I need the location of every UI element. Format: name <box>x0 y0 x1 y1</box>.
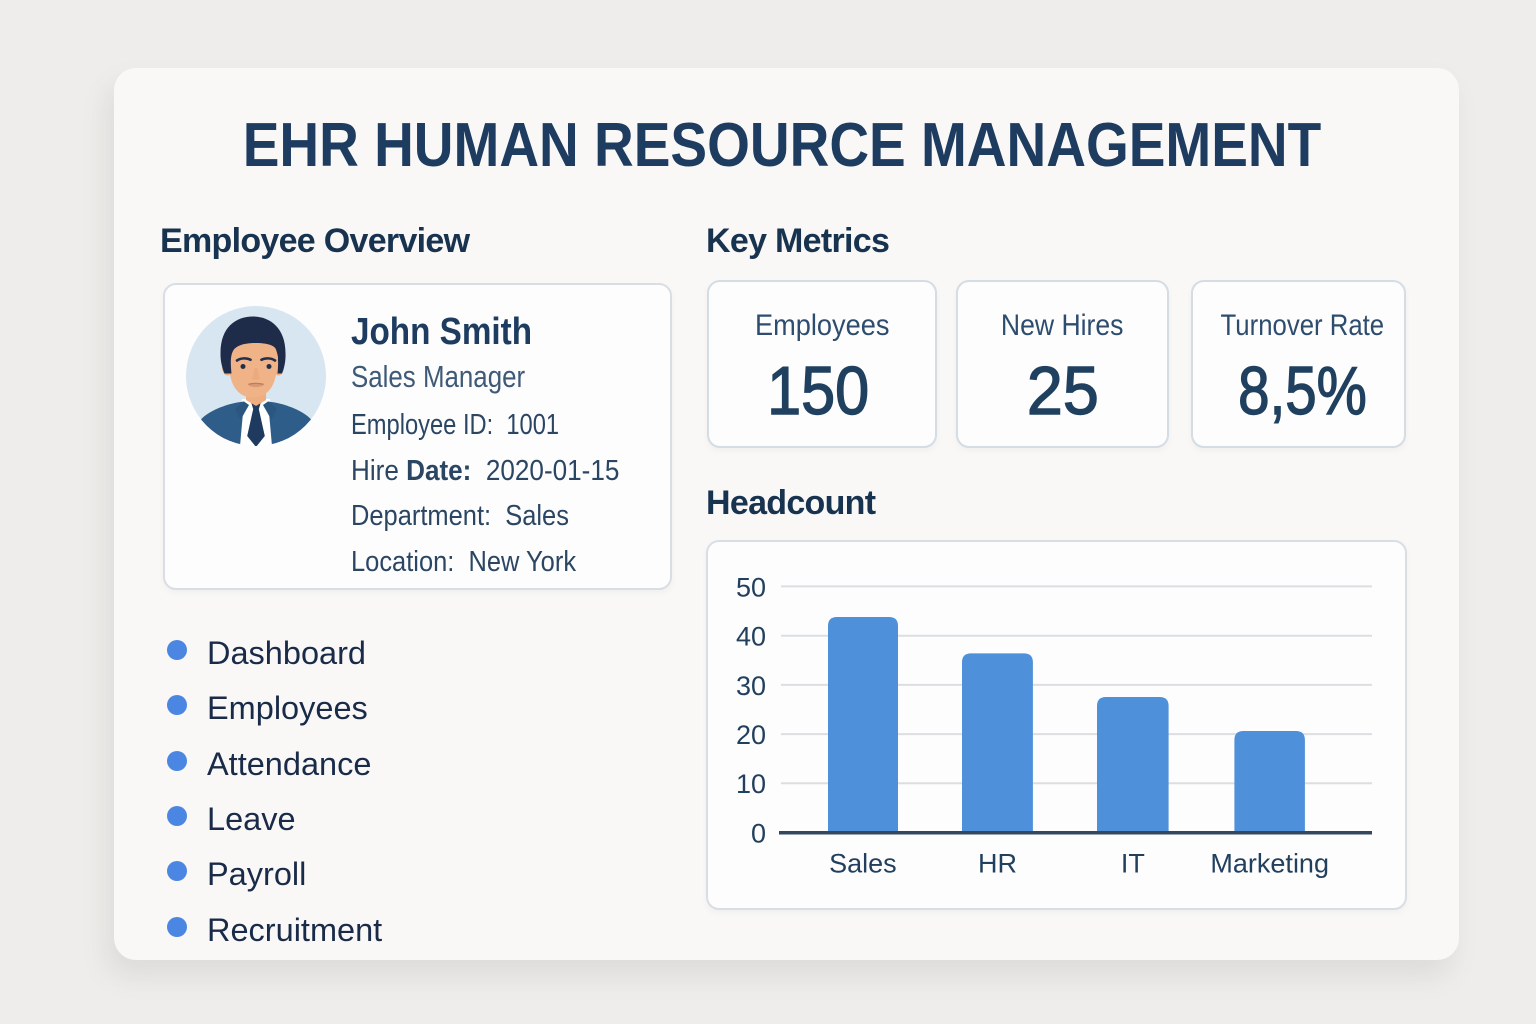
svg-text:10: 10 <box>736 769 766 799</box>
svg-text:50: 50 <box>736 572 766 602</box>
svg-text:HR: HR <box>978 849 1017 879</box>
svg-text:20: 20 <box>736 720 766 750</box>
svg-text:Marketing: Marketing <box>1210 849 1329 879</box>
svg-text:40: 40 <box>736 622 766 652</box>
svg-text:30: 30 <box>736 671 766 701</box>
svg-text:Sales: Sales <box>829 849 897 879</box>
svg-text:0: 0 <box>751 819 766 849</box>
svg-text:IT: IT <box>1121 849 1145 879</box>
